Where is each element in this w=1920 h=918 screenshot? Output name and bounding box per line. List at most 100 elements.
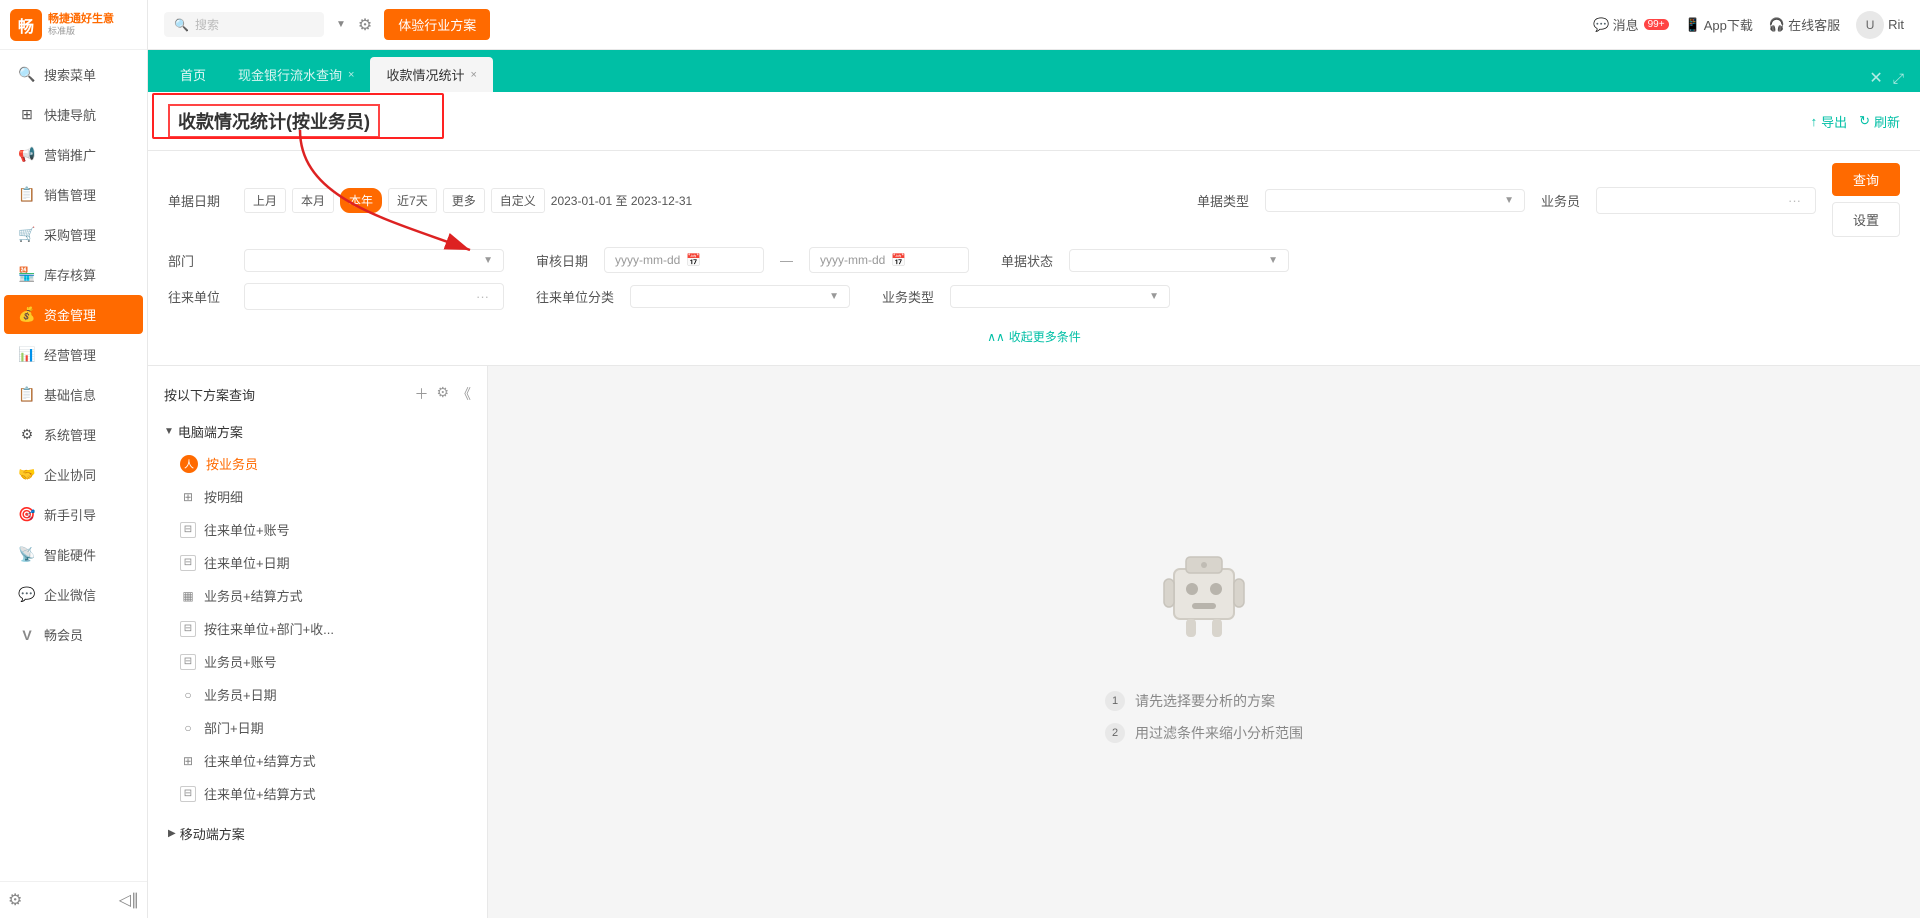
type-select[interactable]: ▼ xyxy=(1265,189,1525,212)
biz-type-select[interactable]: ▼ xyxy=(950,285,1170,308)
sidebar-item-search-menu[interactable]: 🔍 搜索菜单 xyxy=(4,55,143,94)
date-btn-this-year[interactable]: 本年 xyxy=(340,188,382,213)
tab-home[interactable]: 首页 xyxy=(164,57,222,92)
sidebar-item-enterprise[interactable]: 🤝 企业协同 xyxy=(4,455,143,494)
tree-item-by-salesman[interactable]: 人 按业务员 xyxy=(148,447,487,480)
status-select-arrow: ▼ xyxy=(1268,255,1278,266)
tree-item-dept-date[interactable]: ○ 部门+日期 xyxy=(148,711,487,744)
tab-close-bank-flow[interactable]: × xyxy=(348,69,354,81)
partner-label: 往来单位 xyxy=(168,287,228,306)
sidebar-item-basic-info[interactable]: 📋 基础信息 xyxy=(4,375,143,414)
topbar-gear-icon[interactable]: ⚙ xyxy=(358,15,372,35)
sidebar-item-system[interactable]: ⚙ 系统管理 xyxy=(4,415,143,454)
mobile-section: ▶ 移动端方案 xyxy=(148,814,487,853)
tree-item-partner-settlement2[interactable]: ⊟ 往来单位+结算方式 xyxy=(148,777,487,810)
partner-category-arrow: ▼ xyxy=(829,291,839,302)
date-btn-7days[interactable]: 近7天 xyxy=(388,188,437,213)
sidebar-item-purchase[interactable]: 🛒 采购管理 xyxy=(4,215,143,254)
tab-bank-flow[interactable]: 现金银行流水查询 × xyxy=(222,57,370,92)
salesman-ellipsis[interactable]: ··· xyxy=(1788,193,1801,208)
refresh-btn[interactable]: ↻ 刷新 xyxy=(1859,112,1900,131)
status-select[interactable]: ▼ xyxy=(1069,249,1289,272)
page-content: 收款情况统计(按业务员) ↑ 导出 ↻ 刷新 单据日期 xyxy=(148,92,1920,918)
tree-parent-mobile[interactable]: ▶ 移动端方案 xyxy=(148,818,487,849)
settings-scheme-icon[interactable]: ⚙ xyxy=(436,384,449,404)
sidebar-item-sales[interactable]: 📋 销售管理 xyxy=(4,175,143,214)
search-icon: 🔍 xyxy=(18,66,36,84)
trial-btn[interactable]: 体验行业方案 xyxy=(384,9,490,40)
service-icon: 🎧 xyxy=(1769,17,1785,33)
partner-category-select[interactable]: ▼ xyxy=(630,285,850,308)
tree-item-salesman-date[interactable]: ○ 业务员+日期 xyxy=(148,678,487,711)
online-service[interactable]: 🎧 在线客服 xyxy=(1769,15,1840,34)
tab-close-receipt-stats[interactable]: × xyxy=(470,69,476,81)
tree-item-partner-date[interactable]: ⊟ 往来单位+日期 xyxy=(148,546,487,579)
filter-panel: 单据日期 上月 本月 本年 近7天 更多 自定义 2023-01-01 至 20… xyxy=(148,151,1920,366)
right-content: 1 请先选择要分析的方案 2 用过滤条件来缩小分析范围 xyxy=(488,366,1920,918)
date-label: 单据日期 xyxy=(168,191,228,210)
settings-bottom-icon[interactable]: ⚙ xyxy=(8,890,22,910)
sidebar-item-operations[interactable]: 📊 经营管理 xyxy=(4,335,143,374)
date-btn-this-month[interactable]: 本月 xyxy=(292,188,334,213)
audit-date-from[interactable]: yyyy-mm-dd 📅 xyxy=(604,247,764,273)
grid2-icon: ⊞ xyxy=(180,489,196,505)
left-panel: 按以下方案查询 ＋ ⚙ 《 ▼ 电脑端方案 xyxy=(148,366,488,918)
sidebar-item-hardware[interactable]: 📡 智能硬件 xyxy=(4,535,143,574)
empty-steps: 1 请先选择要分析的方案 2 用过滤条件来缩小分析范围 xyxy=(1105,691,1303,743)
tree-item-by-detail[interactable]: ⊞ 按明细 xyxy=(148,480,487,513)
collapse-btn[interactable]: ∧∧ 收起更多条件 xyxy=(168,320,1900,353)
circle1-icon: ○ xyxy=(180,687,196,703)
message-area[interactable]: 💬 消息 99+ xyxy=(1593,15,1668,34)
collapse-panel-icon[interactable]: 《 xyxy=(457,384,471,404)
sidebar-item-wechat[interactable]: 💬 企业微信 xyxy=(4,575,143,614)
collapse-sidebar-icon[interactable]: ◁∥ xyxy=(119,890,139,910)
salesman-select[interactable]: ··· xyxy=(1596,187,1816,214)
main-content: 🔍 搜索 ▼ ⚙ 体验行业方案 💬 消息 99+ 📱 App下载 🎧 在线客服 xyxy=(148,0,1920,918)
tree-item-salesman-settlement[interactable]: ▦ 业务员+结算方式 xyxy=(148,579,487,612)
salesman-label: 业务员 xyxy=(1541,191,1580,210)
sidebar-item-guide[interactable]: 🎯 新手引导 xyxy=(4,495,143,534)
download-icon: 📱 xyxy=(1685,17,1701,33)
audit-date-to[interactable]: yyyy-mm-dd 📅 xyxy=(809,247,969,273)
tab-receipt-stats[interactable]: 收款情况统计 × xyxy=(370,57,492,92)
date-btn-last-month[interactable]: 上月 xyxy=(244,188,286,213)
date-group: 上月 本月 本年 近7天 更多 自定义 2023-01-01 至 2023-12… xyxy=(244,188,692,213)
tree-item-salesman-account[interactable]: ⊟ 业务员+账号 xyxy=(148,645,487,678)
sidebar-item-inventory[interactable]: 🏪 库存核算 xyxy=(4,255,143,294)
tree-item-partner-dept-collect[interactable]: ⊟ 按往来单位+部门+收... xyxy=(148,612,487,645)
tabbar: 首页 现金银行流水查询 × 收款情况统计 × ✕ ⤢ xyxy=(148,50,1920,92)
wechat-icon: 💬 xyxy=(18,586,36,604)
tree-item-partner-settlement1[interactable]: ⊞ 往来单位+结算方式 xyxy=(148,744,487,777)
date-btn-more[interactable]: 更多 xyxy=(443,188,485,213)
add-scheme-icon[interactable]: ＋ xyxy=(414,384,428,404)
topbar-dropdown-arrow[interactable]: ▼ xyxy=(336,19,346,30)
sq4-icon: ⊟ xyxy=(180,654,196,670)
settings-btn[interactable]: 设置 xyxy=(1832,202,1900,237)
tree-parent-desktop[interactable]: ▼ 电脑端方案 xyxy=(148,416,487,447)
dept-select[interactable]: ▼ xyxy=(244,249,504,272)
step-num-2: 2 xyxy=(1105,723,1125,743)
partner-select[interactable]: ··· xyxy=(244,283,504,310)
tab-close-all-icon[interactable]: ✕ xyxy=(1869,68,1882,88)
topbar-search[interactable]: 🔍 搜索 xyxy=(164,12,324,37)
query-btn[interactable]: 查询 xyxy=(1832,163,1900,196)
sidebar-item-member[interactable]: V 畅会员 xyxy=(4,615,143,654)
sq1-icon: ⊟ xyxy=(180,522,196,538)
sq5-icon: ⊟ xyxy=(180,786,196,802)
tab-maximize-icon[interactable]: ⤢ xyxy=(1893,70,1904,87)
export-btn[interactable]: ↑ 导出 xyxy=(1811,112,1848,131)
partner-ellipsis[interactable]: ··· xyxy=(476,289,489,304)
date-dash: — xyxy=(780,253,793,268)
sidebar-item-marketing[interactable]: 📢 营销推广 xyxy=(4,135,143,174)
date-btn-custom[interactable]: 自定义 xyxy=(491,188,545,213)
finance-icon: 💰 xyxy=(18,306,36,324)
app-download[interactable]: 📱 App下载 xyxy=(1685,15,1753,34)
empty-illustration xyxy=(1105,529,1303,671)
sidebar-item-finance[interactable]: 💰 资金管理 xyxy=(4,295,143,334)
empty-state: 1 请先选择要分析的方案 2 用过滤条件来缩小分析范围 xyxy=(1105,529,1303,755)
type-select-arrow: ▼ xyxy=(1504,195,1514,206)
message-icon: 💬 xyxy=(1593,17,1609,33)
tree-item-partner-account[interactable]: ⊟ 往来单位+账号 xyxy=(148,513,487,546)
sidebar-item-quick-nav[interactable]: ⊞ 快捷导航 xyxy=(4,95,143,134)
user-avatar[interactable]: U Rit xyxy=(1856,11,1904,39)
